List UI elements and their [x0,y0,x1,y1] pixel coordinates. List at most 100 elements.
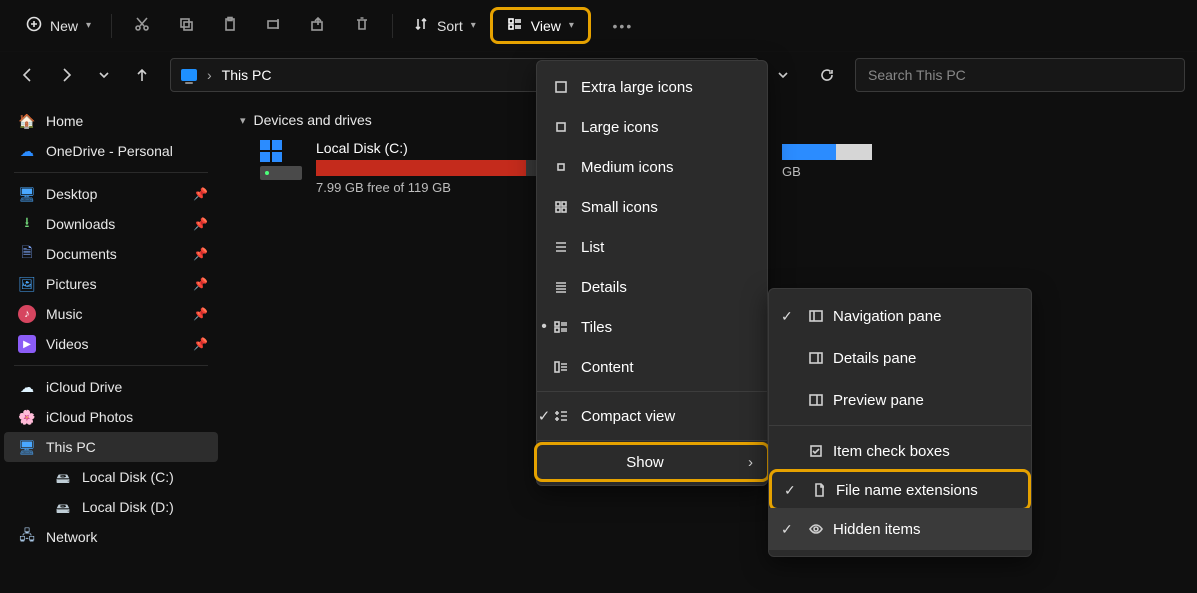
menu-label: Details [581,279,627,296]
music-icon: ♪ [18,305,36,323]
drive-icon: 🖴 [54,468,72,486]
new-button[interactable]: New ▾ [16,8,101,44]
menu-item-show[interactable]: Show › [534,442,770,482]
search-placeholder: Search This PC [868,67,966,83]
sidebar-item-videos[interactable]: ▶ Videos 📌 [4,329,218,359]
chevron-down-icon: ▾ [86,20,91,31]
sidebar-item-onedrive[interactable]: ☁ OneDrive - Personal [4,136,218,166]
menu-label: Large icons [581,119,659,136]
checkbox-icon [805,443,827,459]
compact-icon [551,408,571,424]
sidebar-item-pictures[interactable]: 🖼 Pictures 📌 [4,269,218,299]
network-icon: 🖧 [18,528,36,546]
submenu-label: File name extensions [836,482,978,499]
share-icon [310,16,326,35]
menu-item-extra-large-icons[interactable]: Extra large icons [537,67,767,107]
rename-button[interactable] [254,8,294,44]
cut-button[interactable] [122,8,162,44]
drive-icon [260,140,302,180]
search-input[interactable]: Search This PC [855,58,1185,92]
details-icon [551,279,571,295]
separator [392,14,393,38]
drive-gb-suffix: GB [782,164,872,179]
cloud-icon: ☁ [18,142,36,160]
show-submenu: ✓ Navigation pane Details pane Preview p… [768,288,1032,557]
check-icon: ✓ [784,482,796,499]
refresh-button[interactable] [811,59,843,91]
sidebar-item-local-d[interactable]: 🖴 Local Disk (D:) [4,492,218,522]
capacity-bar [782,144,872,160]
more-button[interactable]: ••• [603,8,643,44]
breadcrumb-root[interactable]: This PC [222,67,272,83]
menu-item-large-icons[interactable]: Large icons [537,107,767,147]
sort-button[interactable]: Sort ▾ [403,8,486,44]
submenu-item-details-pane[interactable]: Details pane [769,337,1031,379]
submenu-label: Navigation pane [833,308,941,325]
sidebar-item-icloud-photos[interactable]: 🌸 iCloud Photos [4,402,218,432]
delete-button[interactable] [342,8,382,44]
clipboard-icon [222,16,238,35]
view-button[interactable]: View ▾ [499,12,582,39]
sidebar-item-desktop[interactable]: 🖥 Desktop 📌 [4,179,218,209]
capacity-bar [316,160,536,176]
documents-icon: 🗎 [18,245,36,263]
up-button[interactable] [126,59,158,91]
menu-label: List [581,239,604,256]
back-button[interactable] [12,59,44,91]
paste-button[interactable] [210,8,250,44]
plus-icon [26,16,42,35]
drive-item-partial[interactable]: GB [782,144,872,179]
address-history-button[interactable] [767,59,799,91]
forward-button[interactable] [50,59,82,91]
menu-item-small-icons[interactable]: Small icons [537,187,767,227]
sidebar-label: iCloud Drive [46,379,122,395]
square-icon [551,119,571,135]
submenu-item-navigation-pane[interactable]: ✓ Navigation pane [769,295,1031,337]
submenu-item-item-check-boxes[interactable]: Item check boxes [769,430,1031,472]
sidebar-item-music[interactable]: ♪ Music 📌 [4,299,218,329]
sidebar-item-documents[interactable]: 🗎 Documents 📌 [4,239,218,269]
drive-info: Local Disk (C:) 7.99 GB free of 119 GB [316,140,536,195]
menu-item-medium-icons[interactable]: Medium icons [537,147,767,187]
toolbar: New ▾ Sort ▾ View ▾ ••• [0,0,1197,52]
menu-item-compact-view[interactable]: ✓ Compact view [537,396,767,436]
pictures-icon: 🖼 [18,275,36,293]
pane-icon [805,308,827,324]
submenu-label: Preview pane [833,392,924,409]
submenu-item-preview-pane[interactable]: Preview pane [769,379,1031,421]
menu-item-details[interactable]: Details [537,267,767,307]
chevron-down-icon: ▾ [471,20,476,31]
sidebar-item-home[interactable]: 🏠 Home [4,106,218,136]
submenu-item-file-name-extensions[interactable]: ✓ File name extensions [769,469,1031,511]
sidebar-item-network[interactable]: 🖧 Network [4,522,218,552]
rename-icon [266,16,282,35]
menu-item-list[interactable]: List [537,227,767,267]
sidebar-item-local-c[interactable]: 🖴 Local Disk (C:) [4,462,218,492]
copy-button[interactable] [166,8,206,44]
list-icon [551,239,571,255]
check-icon: ✓ [781,308,793,325]
sidebar-label: Downloads [46,216,115,232]
sort-icon [413,16,429,35]
sort-label: Sort [437,18,463,34]
pane-icon [805,392,827,408]
sidebar-item-downloads[interactable]: ⭳ Downloads 📌 [4,209,218,239]
square-icon [551,79,571,95]
sidebar-item-this-pc[interactable]: 🖥 This PC [4,432,218,462]
share-button[interactable] [298,8,338,44]
grid-icon [551,199,571,215]
menu-label: Small icons [581,199,658,216]
menu-item-tiles[interactable]: Tiles [537,307,767,347]
recent-button[interactable] [88,59,120,91]
separator [769,425,1031,426]
desktop-icon: 🖥 [18,185,36,203]
pin-icon: 📌 [193,247,208,261]
menu-item-content[interactable]: Content [537,347,767,387]
pc-icon: 🖥 [18,438,36,456]
submenu-item-hidden-items[interactable]: ✓ Hidden items [769,508,1031,550]
download-icon: ⭳ [18,215,36,233]
sidebar-item-icloud-drive[interactable]: ☁ iCloud Drive [4,372,218,402]
breadcrumb-sep: › [207,67,212,83]
cloud-icon: ☁ [18,378,36,396]
sidebar-label: Local Disk (C:) [82,469,174,485]
